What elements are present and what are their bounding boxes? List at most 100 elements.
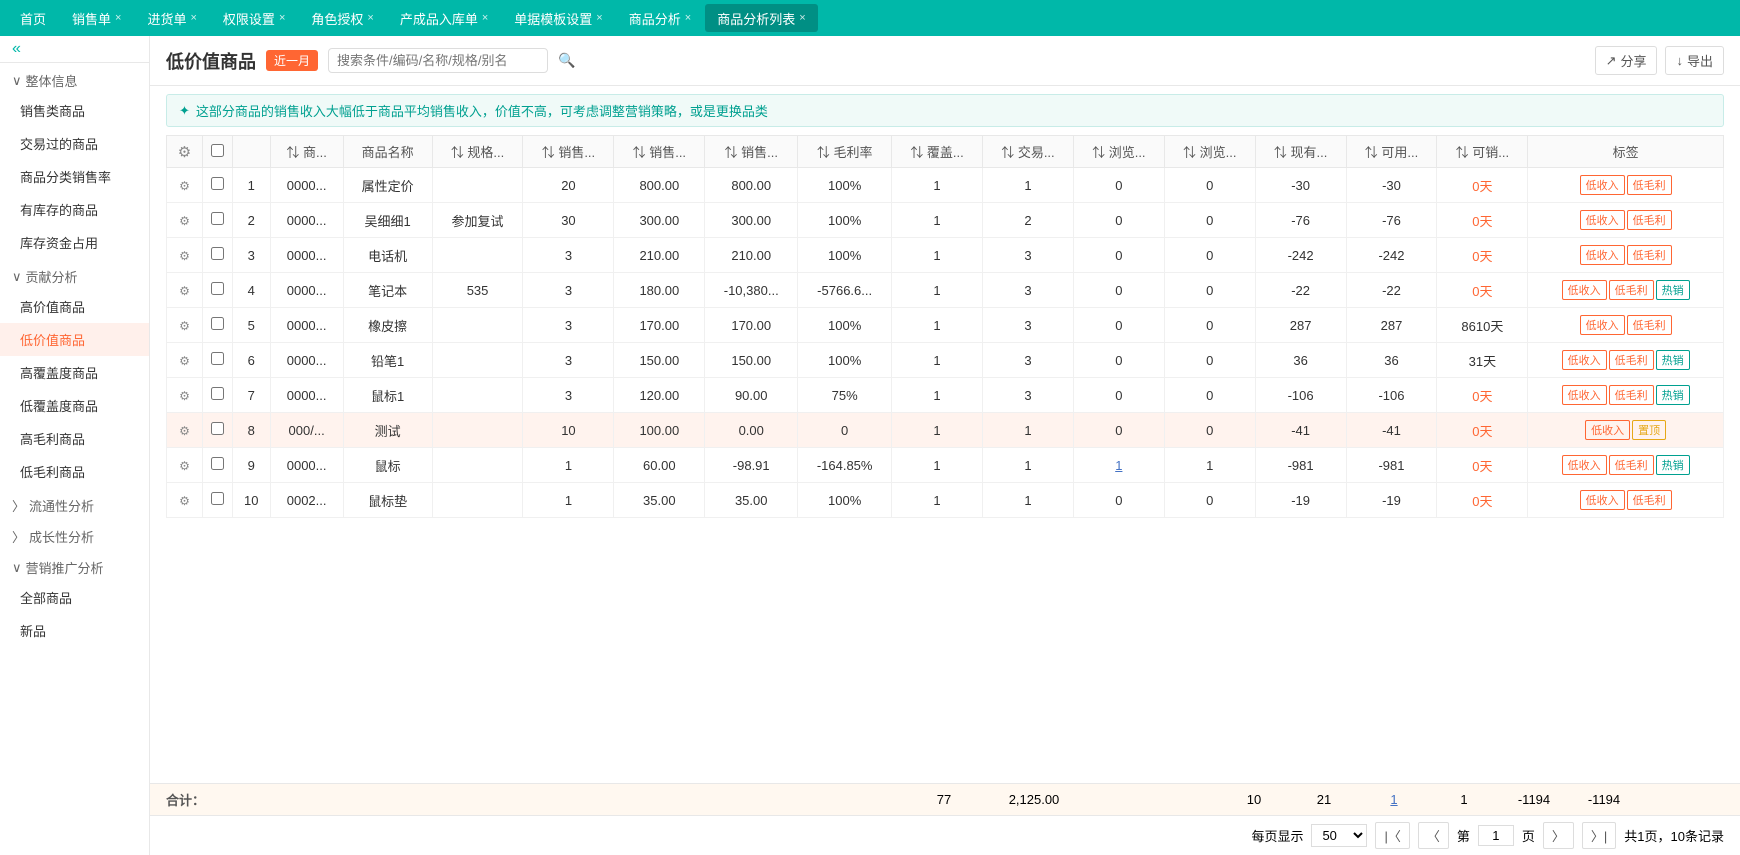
row-checkbox[interactable] [203, 483, 233, 518]
col-name[interactable]: 商品名称 [343, 136, 432, 168]
row-gear[interactable]: ⚙ [167, 273, 203, 308]
share-btn[interactable]: ↗ 分享 [1595, 46, 1658, 75]
first-page-btn[interactable]: |〈 [1375, 822, 1409, 849]
col-sales3[interactable]: ⇅ 销售... [705, 136, 798, 168]
nav-analysis-list-close[interactable]: × [799, 12, 805, 24]
content-area: 低价值商品 近一月 🔍 ↗ 分享 ↓ 导出 ✦ 这部分商品的销售收入大幅低于商品… [150, 36, 1740, 855]
row-checkbox[interactable] [203, 273, 233, 308]
row-gear[interactable]: ⚙ [167, 448, 203, 483]
sidebar-item-sales-category[interactable]: 销售类商品 [0, 94, 149, 127]
row-gear[interactable]: ⚙ [167, 378, 203, 413]
nav-product-close[interactable]: × [482, 12, 488, 24]
product-tag: 热销 [1656, 385, 1690, 405]
select-all-checkbox[interactable] [211, 144, 224, 157]
nav-permissions[interactable]: 权限设置 × [211, 4, 297, 32]
col-spec[interactable]: ⇅ 规格... [432, 136, 523, 168]
nav-template-close[interactable]: × [596, 12, 602, 24]
per-page-select[interactable]: 50 20 100 [1311, 824, 1367, 847]
row-col7[interactable]: 1 [1073, 448, 1164, 483]
row-col10: -22 [1346, 273, 1437, 308]
sidebar-item-low-coverage[interactable]: 低覆盖度商品 [0, 389, 149, 422]
nav-product-analysis-list[interactable]: 商品分析列表 × [705, 4, 817, 32]
col-trade[interactable]: ⇅ 交易... [982, 136, 1073, 168]
row-checkbox[interactable] [203, 238, 233, 273]
row-checkbox[interactable] [203, 378, 233, 413]
nav-product-stock[interactable]: 产成品入库单 × [388, 4, 500, 32]
nav-permissions-close[interactable]: × [279, 12, 285, 24]
col-current-stock[interactable]: ⇅ 现有... [1255, 136, 1346, 168]
row-col10: -242 [1346, 238, 1437, 273]
nav-purchase-close[interactable]: × [190, 12, 196, 24]
row-spec [432, 308, 523, 343]
row-checkbox[interactable] [203, 203, 233, 238]
next-page-btn[interactable]: 〉 [1543, 822, 1574, 849]
row-gear[interactable]: ⚙ [167, 483, 203, 518]
sidebar-section-contribution[interactable]: ∨ 贡献分析 [0, 259, 149, 290]
nav-template-settings[interactable]: 单据模板设置 × [502, 4, 614, 32]
sidebar-item-high-value[interactable]: 高价值商品 [0, 290, 149, 323]
row-checkbox[interactable] [203, 343, 233, 378]
footer-label: 合计： [166, 790, 205, 809]
row-checkbox[interactable] [203, 168, 233, 203]
nav-home[interactable]: 首页 [8, 4, 58, 32]
row-gear[interactable]: ⚙ [167, 343, 203, 378]
col-sales2[interactable]: ⇅ 销售... [614, 136, 705, 168]
row-col9: 36 [1255, 343, 1346, 378]
col-gear[interactable]: ⚙ [167, 136, 203, 168]
row-gear[interactable]: ⚙ [167, 308, 203, 343]
sidebar-item-stock-capital[interactable]: 库存资金占用 [0, 226, 149, 259]
sidebar-item-new-products[interactable]: 新品 [0, 614, 149, 647]
nav-role-auth[interactable]: 角色授权 × [299, 4, 385, 32]
sidebar-item-all-products[interactable]: 全部商品 [0, 581, 149, 614]
export-icon: ↓ [1676, 53, 1683, 68]
filter-tag-btn[interactable]: 近一月 [266, 50, 318, 71]
col-checkbox[interactable] [203, 136, 233, 168]
sidebar-item-has-stock[interactable]: 有库存的商品 [0, 193, 149, 226]
sidebar-section-liquidity[interactable]: 〉 流通性分析 [0, 488, 149, 519]
nav-sales[interactable]: 销售单 × [60, 4, 133, 32]
row-checkbox[interactable] [203, 448, 233, 483]
nav-role-close[interactable]: × [367, 12, 373, 24]
prev-page-btn[interactable]: 〈 [1418, 822, 1449, 849]
row-gear[interactable]: ⚙ [167, 413, 203, 448]
nav-analysis-close[interactable]: × [685, 12, 691, 24]
search-icon[interactable]: 🔍 [558, 52, 575, 69]
sidebar-section-overall[interactable]: ∨ 整体信息 [0, 63, 149, 94]
col-view2[interactable]: ⇅ 浏览... [1164, 136, 1255, 168]
row-checkbox[interactable] [203, 308, 233, 343]
col-sellable-stock[interactable]: ⇅ 可销... [1437, 136, 1528, 168]
sidebar-item-high-margin[interactable]: 高毛利商品 [0, 422, 149, 455]
data-table: ⚙ ⇅ 商... 商品名称 ⇅ 规格... ⇅ 销售... ⇅ 销售... ⇅ … [166, 135, 1724, 518]
col-code[interactable]: ⇅ 商... [270, 136, 343, 168]
row-checkbox[interactable] [203, 413, 233, 448]
col-sales1[interactable]: ⇅ 销售... [523, 136, 614, 168]
row-col1: 30 [523, 203, 614, 238]
sidebar-section-growth[interactable]: 〉 成长性分析 [0, 519, 149, 550]
row-gear[interactable]: ⚙ [167, 168, 203, 203]
row-spec: 535 [432, 273, 523, 308]
sidebar-item-low-value[interactable]: 低价值商品 [0, 323, 149, 356]
sidebar-item-low-margin[interactable]: 低毛利商品 [0, 455, 149, 488]
current-page-input[interactable] [1478, 825, 1514, 846]
nav-sales-close[interactable]: × [115, 12, 121, 24]
col-view1[interactable]: ⇅ 浏览... [1073, 136, 1164, 168]
sidebar-collapse-btn[interactable]: « [8, 40, 25, 58]
row-col8: 1 [1164, 448, 1255, 483]
table-row: ⚙ 10 0002... 鼠标垫 1 35.00 35.00 100% 1 1 … [167, 483, 1724, 518]
nav-purchase[interactable]: 进货单 × [135, 4, 208, 32]
footer-col7[interactable]: 1 [1364, 792, 1424, 807]
nav-product-analysis[interactable]: 商品分析 × [617, 4, 703, 32]
col-available-stock[interactable]: ⇅ 可用... [1346, 136, 1437, 168]
search-input[interactable] [328, 48, 548, 73]
sidebar-item-high-coverage[interactable]: 高覆盖度商品 [0, 356, 149, 389]
sidebar-item-traded[interactable]: 交易过的商品 [0, 127, 149, 160]
sidebar-item-category-sales-rate[interactable]: 商品分类销售率 [0, 160, 149, 193]
last-page-btn[interactable]: 〉| [1582, 822, 1616, 849]
export-btn[interactable]: ↓ 导出 [1665, 46, 1724, 75]
row-gear[interactable]: ⚙ [167, 203, 203, 238]
row-col5: 1 [892, 448, 983, 483]
col-margin[interactable]: ⇅ 毛利率 [798, 136, 892, 168]
col-coverage[interactable]: ⇅ 覆盖... [892, 136, 983, 168]
row-gear[interactable]: ⚙ [167, 238, 203, 273]
sidebar-section-marketing[interactable]: ∨ 营销推广分析 [0, 550, 149, 581]
